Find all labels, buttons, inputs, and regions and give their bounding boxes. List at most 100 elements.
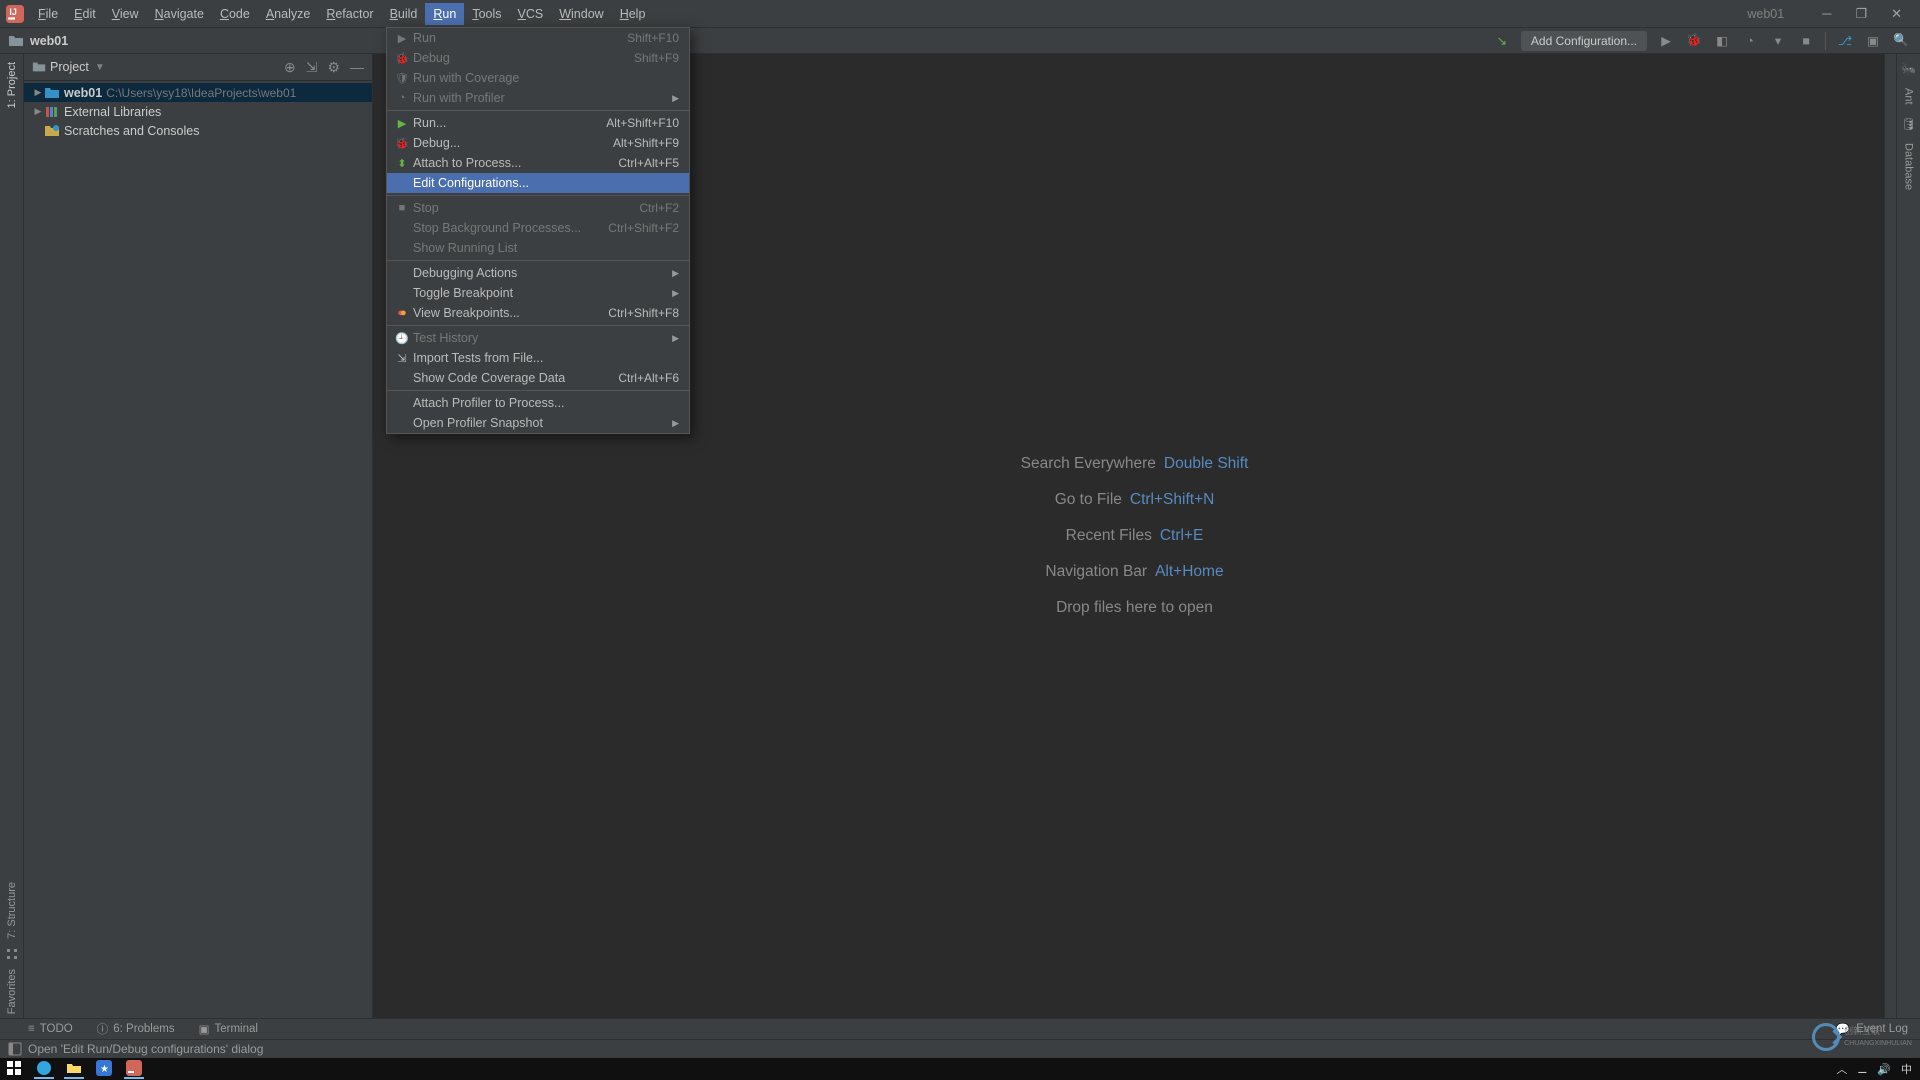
menu-file[interactable]: File bbox=[30, 3, 66, 25]
menu-item-view-breakpoints[interactable]: ●●View Breakpoints...Ctrl+Shift+F8 bbox=[387, 303, 689, 323]
history-gray-icon: 🕘 bbox=[393, 332, 411, 345]
menu-item-run[interactable]: ▶Run...Alt+Shift+F10 bbox=[387, 113, 689, 133]
tool-tab-database[interactable]: Database bbox=[1901, 135, 1917, 198]
welcome-row: Drop files here to open bbox=[1021, 590, 1249, 626]
menu-vcs[interactable]: VCS bbox=[510, 3, 552, 25]
tray-ime-icon[interactable]: 中 bbox=[1901, 1061, 1912, 1077]
tree-root[interactable]: ▶ web01 C:\Users\ysy18\IdeaProjects\web0… bbox=[24, 83, 372, 102]
menu-view[interactable]: View bbox=[104, 3, 147, 25]
chevron-right-icon[interactable]: ▶ bbox=[32, 87, 44, 98]
start-button[interactable] bbox=[4, 1059, 24, 1079]
add-configuration-button[interactable]: Add Configuration... bbox=[1521, 31, 1647, 51]
editor-scrollbar[interactable] bbox=[1884, 54, 1896, 1054]
menu-code[interactable]: Code bbox=[212, 3, 258, 25]
tool-tab-problems[interactable]: ⓘ6: Problems bbox=[97, 1021, 175, 1037]
menu-item-shortcut: Ctrl+Alt+F6 bbox=[618, 371, 679, 385]
breadcrumb[interactable]: web01 bbox=[30, 34, 68, 48]
menu-item-label: Run... bbox=[413, 116, 446, 130]
status-icon[interactable] bbox=[8, 1042, 22, 1056]
menu-item-run-with-profiler: ◔Run with Profiler▶ bbox=[387, 88, 689, 108]
welcome-label: Recent Files bbox=[1066, 527, 1152, 544]
close-icon[interactable]: ✕ bbox=[1891, 6, 1902, 22]
play-gray-icon: ▶ bbox=[393, 32, 411, 45]
project-panel-title[interactable]: Project bbox=[50, 60, 89, 74]
tool-tab-ant[interactable]: Ant bbox=[1901, 80, 1917, 113]
hide-icon[interactable]: — bbox=[350, 59, 364, 76]
menu-help[interactable]: Help bbox=[612, 3, 654, 25]
minimize-icon[interactable]: ─ bbox=[1822, 6, 1831, 22]
menu-item-label: View Breakpoints... bbox=[413, 306, 520, 320]
tray-sound-icon[interactable]: 🔊 bbox=[1877, 1063, 1891, 1076]
menu-item-test-history: 🕘Test History ▶ bbox=[387, 328, 689, 348]
menu-build[interactable]: Build bbox=[382, 3, 426, 25]
search-icon[interactable]: 🔍 bbox=[1892, 32, 1910, 50]
ide-settings-icon[interactable]: ▣ bbox=[1864, 32, 1882, 50]
project-tool-window: Project ▼ ⊕ ⇲ ⚙ — ▶ web01 C:\Users\ysy18… bbox=[24, 54, 373, 1054]
menu-item-label: Attach to Process... bbox=[413, 156, 521, 170]
taskbar-explorer[interactable] bbox=[64, 1059, 84, 1079]
menu-tools[interactable]: Tools bbox=[464, 3, 509, 25]
menu-refactor[interactable]: Refactor bbox=[318, 3, 381, 25]
import-icon: ⇲ bbox=[393, 352, 411, 365]
menu-navigate[interactable]: Navigate bbox=[147, 3, 212, 25]
coverage-icon[interactable]: ◧ bbox=[1713, 32, 1731, 50]
tool-tab-project[interactable]: 1: Project bbox=[4, 54, 20, 116]
tree-external-libraries[interactable]: ▶ External Libraries bbox=[24, 102, 372, 121]
vcs-icon[interactable]: ⎇ bbox=[1836, 32, 1854, 50]
menu-analyze[interactable]: Analyze bbox=[258, 3, 318, 25]
tree-root-path: C:\Users\ysy18\IdeaProjects\web01 bbox=[106, 86, 296, 100]
submenu-arrow-icon: ▶ bbox=[672, 268, 679, 279]
taskbar-app[interactable]: ★ bbox=[94, 1059, 114, 1079]
more-run-icon[interactable]: ▾ bbox=[1769, 32, 1787, 50]
status-text: Open 'Edit Run/Debug configurations' dia… bbox=[28, 1042, 263, 1056]
maximize-icon[interactable]: ❐ bbox=[1855, 6, 1867, 22]
chevron-right-icon[interactable]: ▶ bbox=[32, 106, 44, 117]
build-icon[interactable]: ↘ bbox=[1493, 32, 1511, 50]
menu-item-attach-profiler-to-process[interactable]: Attach Profiler to Process... bbox=[387, 393, 689, 413]
menu-item-edit-configurations[interactable]: Edit Configurations... bbox=[387, 173, 689, 193]
windows-taskbar: ★ ︿ ⚊ 🔊 中 bbox=[0, 1058, 1920, 1080]
stop-icon[interactable]: ■ bbox=[1797, 32, 1815, 50]
menu-item-label: Debug bbox=[413, 51, 450, 65]
tray-wifi-icon[interactable]: ⚊ bbox=[1857, 1063, 1867, 1076]
menu-edit[interactable]: Edit bbox=[66, 3, 104, 25]
menu-item-debugging-actions[interactable]: Debugging Actions▶ bbox=[387, 263, 689, 283]
menu-item-label: Test History bbox=[413, 331, 478, 345]
menu-item-attach-to-process[interactable]: ⬍Attach to Process...Ctrl+Alt+F5 bbox=[387, 153, 689, 173]
menu-item-label: Open Profiler Snapshot bbox=[413, 416, 543, 430]
tool-tab-terminal[interactable]: ▣Terminal bbox=[199, 1022, 258, 1036]
menu-item-import-tests-from-file[interactable]: ⇲Import Tests from File... bbox=[387, 348, 689, 368]
run-icon[interactable]: ▶ bbox=[1657, 32, 1675, 50]
taskbar-intellij[interactable] bbox=[124, 1059, 144, 1079]
submenu-arrow-icon: ▶ bbox=[672, 333, 679, 344]
menu-item-open-profiler-snapshot[interactable]: Open Profiler Snapshot ▶ bbox=[387, 413, 689, 433]
expand-icon[interactable]: ⇲ bbox=[306, 59, 318, 76]
chevron-down-icon[interactable]: ▼ bbox=[95, 62, 105, 73]
tray-chevron-icon[interactable]: ︿ bbox=[1836, 1061, 1847, 1077]
project-tree[interactable]: ▶ web01 C:\Users\ysy18\IdeaProjects\web0… bbox=[24, 81, 372, 140]
menu-window[interactable]: Window bbox=[551, 3, 611, 25]
welcome-shortcut: Double Shift bbox=[1164, 455, 1248, 472]
menu-run[interactable]: Run bbox=[425, 3, 464, 25]
gear-icon[interactable]: ⚙ bbox=[327, 59, 340, 76]
menu-item-label: Stop bbox=[413, 201, 439, 215]
taskbar-edge[interactable] bbox=[34, 1059, 54, 1079]
submenu-arrow-icon: ▶ bbox=[672, 288, 679, 299]
profiler-icon[interactable]: ◔ bbox=[1741, 32, 1759, 50]
tree-item-label: Scratches and Consoles bbox=[64, 124, 200, 138]
tool-tab-structure[interactable]: 7: Structure bbox=[4, 874, 20, 947]
debug-icon[interactable]: 🐞 bbox=[1685, 32, 1703, 50]
tree-scratches[interactable]: Scratches and Consoles bbox=[24, 121, 372, 140]
welcome-shortcut: Ctrl+Shift+N bbox=[1130, 491, 1214, 508]
menu-item-toggle-breakpoint[interactable]: Toggle Breakpoint▶ bbox=[387, 283, 689, 303]
submenu-arrow-icon: ▶ bbox=[672, 418, 679, 429]
scratches-icon bbox=[44, 123, 60, 139]
tool-tab-todo[interactable]: ≡TODO bbox=[28, 1023, 73, 1035]
locate-icon[interactable]: ⊕ bbox=[284, 59, 296, 76]
attach-icon: ⬍ bbox=[393, 157, 411, 170]
menu-item-show-code-coverage-data[interactable]: Show Code Coverage DataCtrl+Alt+F6 bbox=[387, 368, 689, 388]
welcome-row: Go to FileCtrl+Shift+N bbox=[1021, 482, 1249, 518]
menu-item-debug[interactable]: 🐞Debug...Alt+Shift+F9 bbox=[387, 133, 689, 153]
status-bar: Open 'Edit Run/Debug configurations' dia… bbox=[0, 1039, 1920, 1058]
menu-item-label: Import Tests from File... bbox=[413, 351, 543, 365]
